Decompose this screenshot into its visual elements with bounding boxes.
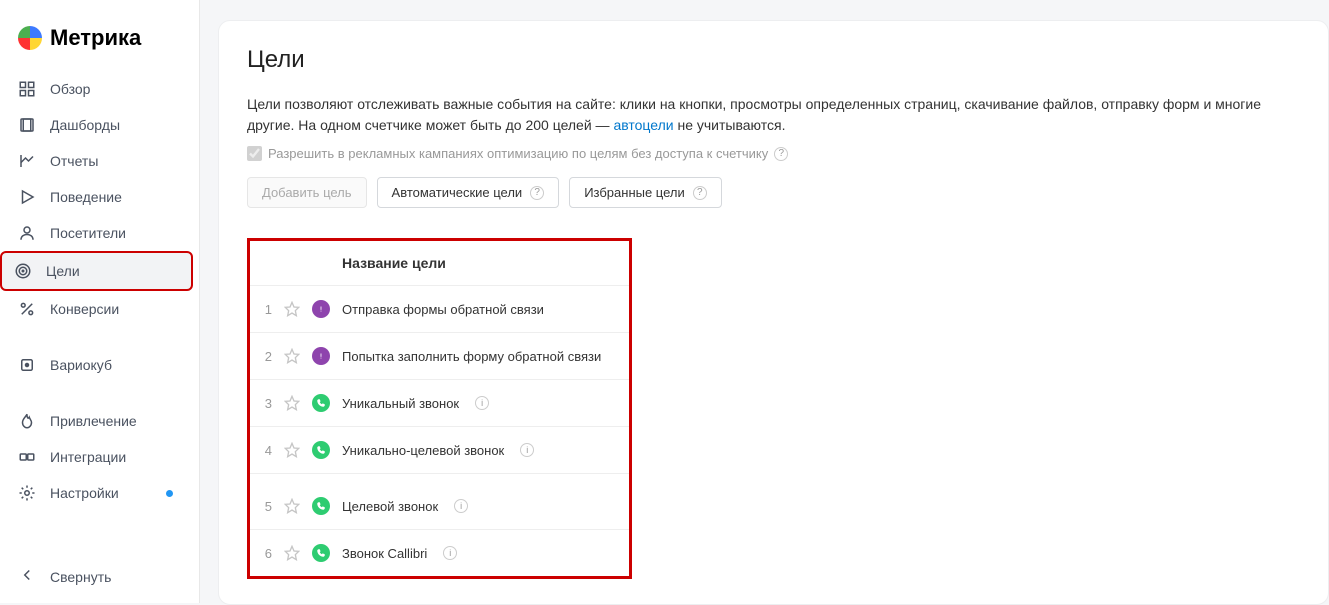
table-row[interactable]: 6 Звонок Callibri i <box>250 530 629 576</box>
sidebar-item-overview[interactable]: Обзор <box>0 71 199 107</box>
sidebar-item-label: Цели <box>46 263 80 279</box>
sidebar-item-label: Конверсии <box>50 301 119 317</box>
cube-icon <box>18 356 36 374</box>
logo-icon <box>18 26 42 50</box>
sidebar-item-reports[interactable]: Отчеты <box>0 143 199 179</box>
sidebar-item-label: Привлечение <box>50 413 137 429</box>
sidebar-item-conversions[interactable]: Конверсии <box>0 291 199 327</box>
goal-name: Звонок Callibri <box>342 546 427 561</box>
goal-type-icon <box>312 497 330 515</box>
star-icon[interactable] <box>284 498 300 514</box>
goals-table: Название цели 1 Отправка формы обратной с… <box>247 238 632 579</box>
notification-dot-icon <box>166 490 173 497</box>
sidebar-item-visitors[interactable]: Посетители <box>0 215 199 251</box>
sidebar-item-dashboards[interactable]: Дашборды <box>0 107 199 143</box>
sidebar-item-goals[interactable]: Цели <box>0 251 193 291</box>
dashboard-icon <box>18 116 36 134</box>
star-icon[interactable] <box>284 395 300 411</box>
add-goal-button[interactable]: Добавить цель <box>247 177 367 208</box>
goal-type-icon <box>312 394 330 412</box>
permission-checkbox[interactable] <box>247 146 262 161</box>
info-icon[interactable]: i <box>475 396 489 410</box>
content-card: Цели Цели позволяют отслеживать важные с… <box>218 20 1329 605</box>
sidebar-item-label: Обзор <box>50 81 90 97</box>
page-title: Цели <box>247 46 1300 74</box>
target-icon <box>14 262 32 280</box>
button-row: Добавить цель Автоматические цели ? Избр… <box>247 177 1300 208</box>
sidebar-item-label: Отчеты <box>50 153 98 169</box>
help-icon[interactable]: ? <box>774 147 788 161</box>
collapse-button[interactable]: Свернуть <box>0 554 199 603</box>
info-icon[interactable]: i <box>520 443 534 457</box>
user-icon <box>18 224 36 242</box>
sidebar: Метрика Обзор Дашборды Отчеты Поведение … <box>0 0 200 603</box>
help-icon: ? <box>530 186 544 200</box>
goal-type-icon <box>312 441 330 459</box>
goal-name: Уникальный звонок <box>342 396 459 411</box>
sidebar-item-label: Вариокуб <box>50 357 112 373</box>
collapse-label: Свернуть <box>50 569 111 585</box>
row-number: 6 <box>260 546 272 561</box>
goal-type-icon <box>312 347 330 365</box>
main-area: Цели Цели позволяют отслеживать важные с… <box>200 0 1329 603</box>
table-row[interactable]: 5 Целевой звонок i <box>250 482 629 530</box>
row-number: 3 <box>260 396 272 411</box>
sidebar-item-label: Интеграции <box>50 449 126 465</box>
row-number: 1 <box>260 302 272 317</box>
sidebar-item-settings[interactable]: Настройки <box>0 475 199 511</box>
goal-type-icon <box>312 544 330 562</box>
row-number: 5 <box>260 499 272 514</box>
star-icon[interactable] <box>284 442 300 458</box>
auto-goals-button[interactable]: Автоматические цели ? <box>377 177 560 208</box>
play-icon <box>18 188 36 206</box>
info-icon[interactable]: i <box>454 499 468 513</box>
favorite-goals-button[interactable]: Избранные цели ? <box>569 177 722 208</box>
help-icon: ? <box>693 186 707 200</box>
row-number: 4 <box>260 443 272 458</box>
sidebar-item-variocube[interactable]: Вариокуб <box>0 347 199 383</box>
goal-name: Отправка формы обратной связи <box>342 302 544 317</box>
fire-icon <box>18 412 36 430</box>
description: Цели позволяют отслеживать важные событи… <box>247 94 1300 136</box>
sidebar-item-acquisition[interactable]: Привлечение <box>0 403 199 439</box>
info-icon[interactable]: i <box>443 546 457 560</box>
sidebar-item-label: Дашборды <box>50 117 120 133</box>
sidebar-item-behavior[interactable]: Поведение <box>0 179 199 215</box>
integration-icon <box>18 448 36 466</box>
goal-name: Уникально-целевой звонок <box>342 443 504 458</box>
table-row[interactable]: 1 Отправка формы обратной связи <box>250 286 629 333</box>
table-header: Название цели <box>250 241 629 286</box>
sidebar-item-label: Настройки <box>50 485 119 501</box>
row-number: 2 <box>260 349 272 364</box>
star-icon[interactable] <box>284 348 300 364</box>
table-row[interactable]: 2 Попытка заполнить форму обратной связи <box>250 333 629 380</box>
permission-row: Разрешить в рекламных кампаниях оптимиза… <box>247 146 1300 161</box>
logo[interactable]: Метрика <box>0 15 199 71</box>
permission-label: Разрешить в рекламных кампаниях оптимиза… <box>268 146 768 161</box>
grid-icon <box>18 80 36 98</box>
autogoals-link[interactable]: автоцели <box>613 117 673 133</box>
goal-name: Попытка заполнить форму обратной связи <box>342 349 601 364</box>
percent-icon <box>18 300 36 318</box>
chevron-left-icon <box>18 566 36 587</box>
sidebar-item-label: Поведение <box>50 189 122 205</box>
gear-icon <box>18 484 36 502</box>
star-icon[interactable] <box>284 545 300 561</box>
goal-type-icon <box>312 300 330 318</box>
table-row[interactable]: 3 Уникальный звонок i <box>250 380 629 427</box>
sidebar-item-label: Посетители <box>50 225 126 241</box>
table-row[interactable]: 4 Уникально-целевой звонок i <box>250 427 629 474</box>
sidebar-item-integrations[interactable]: Интеграции <box>0 439 199 475</box>
reports-icon <box>18 152 36 170</box>
logo-text: Метрика <box>50 25 141 51</box>
goal-name: Целевой звонок <box>342 499 438 514</box>
star-icon[interactable] <box>284 301 300 317</box>
